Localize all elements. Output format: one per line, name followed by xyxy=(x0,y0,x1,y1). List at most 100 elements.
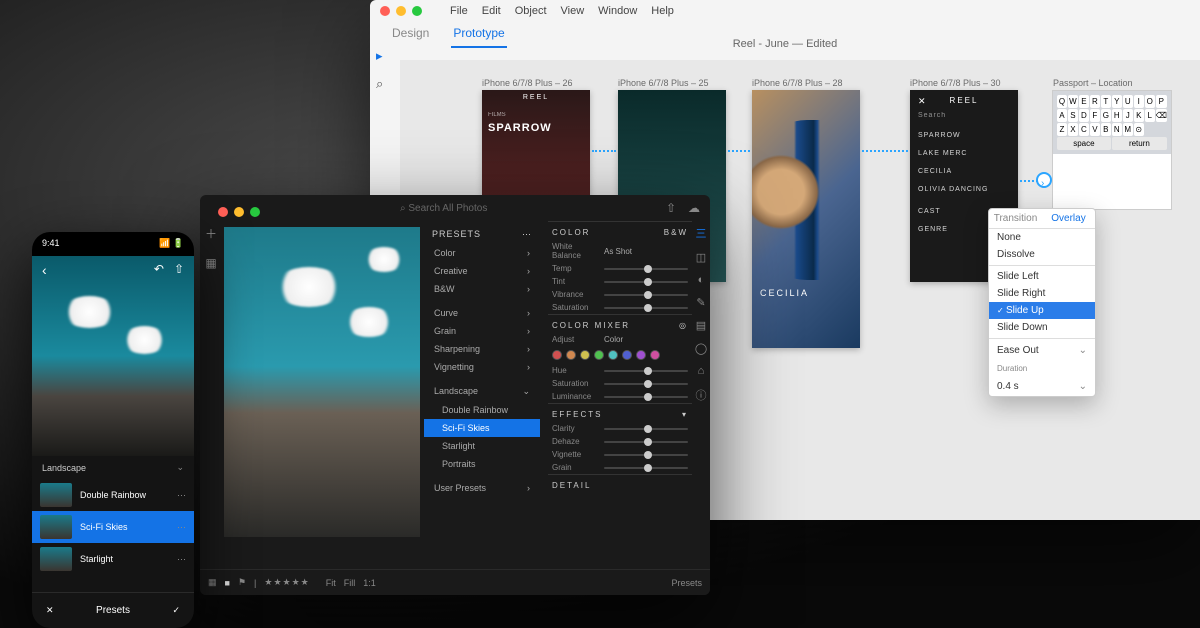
prototype-link[interactable] xyxy=(592,150,616,152)
rating-stars[interactable]: ★★★★★ xyxy=(264,577,309,588)
option-slide-up[interactable]: Slide Up xyxy=(989,302,1095,319)
presets-button[interactable]: Presets xyxy=(671,578,702,588)
preset-group[interactable]: Creative› xyxy=(424,262,540,280)
preset-group[interactable]: B&W› xyxy=(424,280,540,298)
section-effects[interactable]: EFFECTS▾ xyxy=(548,403,692,422)
menu-window[interactable]: Window xyxy=(598,5,637,17)
color-swatch[interactable] xyxy=(650,350,660,360)
preset-row[interactable]: Double Rainbow⋯ xyxy=(32,479,194,511)
artboard-label[interactable]: iPhone 6/7/8 Plus – 30 xyxy=(910,78,1001,88)
undo-icon[interactable]: ↶ xyxy=(154,262,164,276)
artboard-28[interactable]: CECILIA xyxy=(752,90,860,348)
minimize-icon[interactable] xyxy=(234,207,244,217)
tab-overlay[interactable]: Overlay xyxy=(1042,209,1095,228)
preset-group[interactable]: Curve› xyxy=(424,304,540,322)
close-icon[interactable] xyxy=(380,6,390,16)
preset-group[interactable]: Color› xyxy=(424,244,540,262)
target-icon[interactable]: ◎ xyxy=(679,321,688,330)
arrow-icon[interactable]: ▸ xyxy=(376,48,383,64)
preset-item[interactable]: Portraits xyxy=(424,455,540,473)
fit-button[interactable]: Fit xyxy=(326,578,336,588)
more-icon[interactable]: ⋯ xyxy=(177,522,186,533)
landscape-select[interactable]: Landscape⌄ xyxy=(32,456,194,479)
fill-button[interactable]: Fill xyxy=(344,578,356,588)
menu-object[interactable]: Object xyxy=(515,5,547,17)
color-swatch[interactable] xyxy=(636,350,646,360)
saturation-slider[interactable] xyxy=(604,307,688,309)
sat-slider[interactable] xyxy=(604,383,688,385)
cancel-icon[interactable]: ✕ xyxy=(46,605,54,616)
minimize-icon[interactable] xyxy=(396,6,406,16)
tint-slider[interactable] xyxy=(604,281,688,283)
lum-slider[interactable] xyxy=(604,396,688,398)
grain-slider[interactable] xyxy=(604,467,688,469)
more-icon[interactable]: ⋯ xyxy=(177,554,186,565)
grid-icon[interactable]: ▦ xyxy=(205,256,216,270)
option-slide-left[interactable]: Slide Left xyxy=(989,268,1095,285)
dehaze-slider[interactable] xyxy=(604,441,688,443)
vibrance-slider[interactable] xyxy=(604,294,688,296)
maximize-icon[interactable] xyxy=(250,207,260,217)
prototype-link[interactable] xyxy=(862,150,908,152)
bw-toggle[interactable]: B&W xyxy=(664,228,688,237)
artboard-label[interactable]: Passport – Location xyxy=(1053,78,1133,88)
tab-transition[interactable]: Transition xyxy=(989,209,1042,228)
preset-group[interactable]: Vignetting› xyxy=(424,358,540,376)
share-icon[interactable]: ⇧ xyxy=(174,262,184,276)
cloud-icon[interactable]: ☁ xyxy=(688,201,700,215)
one-to-one-button[interactable]: 1:1 xyxy=(363,578,376,588)
option-slide-right[interactable]: Slide Right xyxy=(989,285,1095,302)
search-input[interactable]: ⌕ Search All Photos xyxy=(400,203,487,214)
section-detail[interactable]: DETAIL xyxy=(548,474,692,493)
duration-select[interactable]: 0.4 s⌄ xyxy=(989,377,1095,396)
menu-help[interactable]: Help xyxy=(651,5,674,17)
close-icon[interactable] xyxy=(218,207,228,217)
menu-view[interactable]: View xyxy=(561,5,585,17)
color-swatch[interactable] xyxy=(622,350,632,360)
color-swatch[interactable] xyxy=(566,350,576,360)
hue-slider[interactable] xyxy=(604,370,688,372)
preset-group[interactable]: User Presets› xyxy=(424,479,540,497)
preset-row[interactable]: Starlight⋯ xyxy=(32,543,194,575)
preset-item[interactable]: Starlight xyxy=(424,437,540,455)
more-icon[interactable]: ⋯ xyxy=(177,490,186,501)
prototype-link[interactable] xyxy=(728,150,750,152)
crop-icon[interactable]: ◫ xyxy=(696,251,706,264)
artboard-label[interactable]: iPhone 6/7/8 Plus – 26 xyxy=(482,78,573,88)
option-none[interactable]: None xyxy=(989,229,1095,246)
sliders-icon[interactable]: 三 xyxy=(696,225,707,241)
confirm-icon[interactable]: ✓ xyxy=(172,605,180,616)
info-icon[interactable]: ⓘ xyxy=(696,387,707,403)
search-icon[interactable]: ⌕ xyxy=(376,76,383,92)
share-icon[interactable]: ⇧ xyxy=(666,201,676,215)
menu-edit[interactable]: Edit xyxy=(482,5,501,17)
color-swatch[interactable] xyxy=(580,350,590,360)
brush-icon[interactable]: ✎ xyxy=(696,296,705,309)
maximize-icon[interactable] xyxy=(412,6,422,16)
clarity-slider[interactable] xyxy=(604,428,688,430)
preset-row-selected[interactable]: Sci-Fi Skies⋯ xyxy=(32,511,194,543)
preset-group-landscape[interactable]: Landscape⌄ xyxy=(424,382,540,401)
section-color[interactable]: COLORB&W xyxy=(548,221,692,240)
preset-item[interactable]: Double Rainbow xyxy=(424,401,540,419)
tag-icon[interactable]: ⌂ xyxy=(698,365,705,377)
link-handle-icon[interactable]: › xyxy=(1036,172,1052,188)
option-dissolve[interactable]: Dissolve xyxy=(989,246,1095,263)
more-icon[interactable]: ⋯ xyxy=(522,229,532,240)
grid-view-icon[interactable]: ▦ xyxy=(208,577,217,588)
preset-item-selected[interactable]: Sci-Fi Skies xyxy=(424,419,540,437)
artboard-label[interactable]: iPhone 6/7/8 Plus – 25 xyxy=(618,78,709,88)
temp-slider[interactable] xyxy=(604,268,688,270)
preset-group[interactable]: Sharpening› xyxy=(424,340,540,358)
easing-select[interactable]: Ease Out⌄ xyxy=(989,341,1095,360)
vignette-slider[interactable] xyxy=(604,454,688,456)
color-swatch[interactable] xyxy=(594,350,604,360)
linear-icon[interactable]: ▤ xyxy=(696,319,706,332)
artboard-passport[interactable]: Passport – Location QWERTYUIOP ASDFGHJKL… xyxy=(1052,90,1172,210)
preset-group[interactable]: Grain› xyxy=(424,322,540,340)
wb-value[interactable]: As Shot xyxy=(604,247,632,256)
menu-file[interactable]: File xyxy=(450,5,468,17)
adjust-value[interactable]: Color xyxy=(604,335,623,344)
back-icon[interactable]: ‹ xyxy=(42,262,47,278)
color-swatch[interactable] xyxy=(608,350,618,360)
